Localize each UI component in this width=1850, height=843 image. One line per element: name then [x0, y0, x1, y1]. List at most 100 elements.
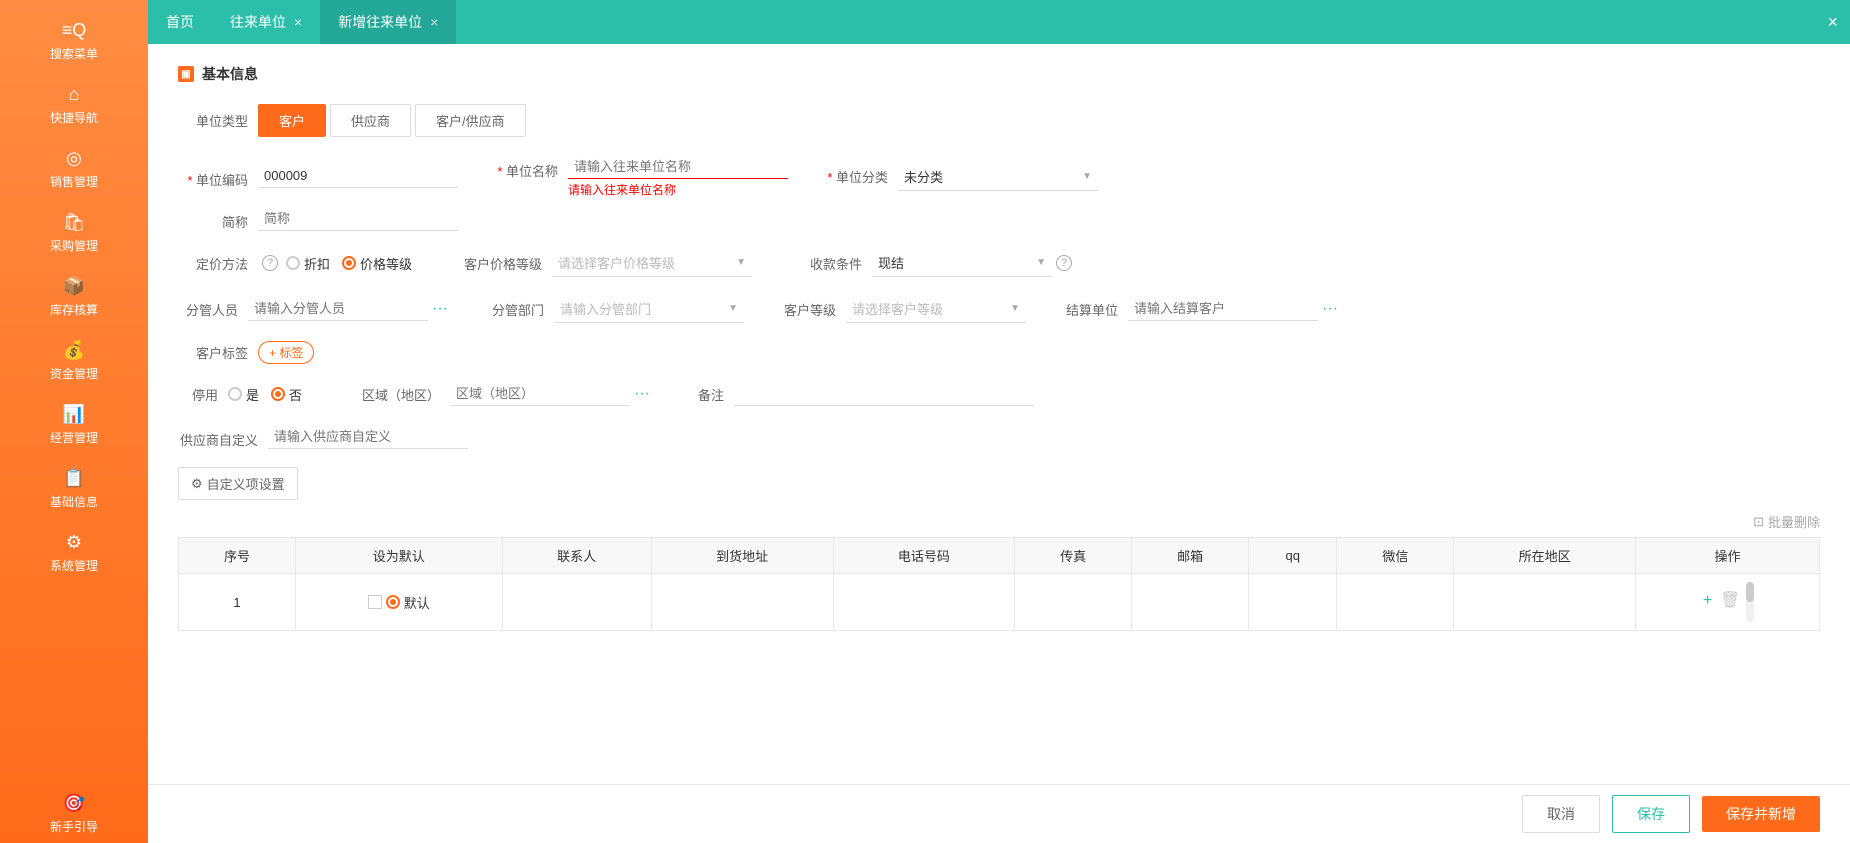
tag-add-label: + 标签 [269, 344, 303, 361]
notes-input[interactable] [734, 382, 1034, 406]
unit-code-label: 单位编码 [178, 164, 258, 189]
sidebar-item-sales[interactable]: ◎ 销售管理 [0, 136, 148, 200]
cancel-button[interactable]: 取消 [1522, 795, 1600, 833]
sidebar-item-finance[interactable]: 💰 资金管理 [0, 328, 148, 392]
unit-category-select[interactable]: 未分类 ▼ [898, 163, 1098, 191]
sidebar-item-operations[interactable]: 📊 经营管理 [0, 392, 148, 456]
save-button[interactable]: 保存 [1612, 795, 1690, 833]
manager-dots[interactable]: ··· [428, 300, 452, 318]
disabled-no-dot [275, 391, 281, 397]
tab-partners[interactable]: 往来单位 × [212, 0, 320, 44]
pricing-level-dot [346, 260, 352, 266]
customer-price-level-select[interactable]: 请选择客户价格等级 ▼ [552, 249, 752, 277]
department-select[interactable]: 请输入分管部门 ▼ [554, 295, 744, 323]
cell-action: + 🗑 [1636, 574, 1820, 631]
row-default-radio[interactable]: 默认 [386, 593, 430, 612]
tab-home[interactable]: 首页 [148, 0, 212, 44]
unit-type-group: 客户 供应商 客户/供应商 [258, 104, 526, 137]
form-row-tag: 客户标签 + 标签 [178, 341, 1820, 364]
sidebar-label-finance: 资金管理 [50, 365, 98, 382]
col-index: 序号 [179, 538, 296, 574]
short-name-input[interactable] [258, 207, 458, 231]
customer-price-level-field: 客户价格等级 请选择客户价格等级 ▼ [462, 249, 752, 277]
unit-type-row: 单位类型 客户 供应商 客户/供应商 [178, 104, 1820, 137]
region-label: 区域（地区） [362, 385, 450, 404]
pricing-level[interactable]: 价格等级 [342, 254, 412, 273]
settlement-unit-dots[interactable]: ··· [1318, 300, 1342, 318]
pricing-discount[interactable]: 折扣 [286, 254, 330, 273]
tab-partners-close[interactable]: × [294, 14, 302, 30]
sidebar-item-quicknav[interactable]: ⌂ 快捷导航 [0, 72, 148, 136]
notes-field: 备注 [694, 382, 1034, 406]
row-checkbox[interactable] [368, 595, 382, 609]
unit-category-value: 未分类 [904, 167, 1078, 186]
payment-terms-help-icon[interactable]: ? [1056, 255, 1072, 271]
table-row: 1 默认 [179, 574, 1820, 631]
cell-index: 1 [179, 574, 296, 631]
content-area: ▣ 基本信息 单位类型 客户 供应商 客户/供应商 单位编码 [148, 44, 1850, 784]
sidebar-label-search: 搜索菜单 [50, 45, 98, 62]
manager-input[interactable] [248, 297, 428, 321]
sidebar-item-system[interactable]: ⚙ 系统管理 [0, 520, 148, 584]
row-default-circle [386, 595, 400, 609]
form-row-supplier-custom: 供应商自定义 [178, 424, 1820, 449]
region-input[interactable] [450, 382, 630, 406]
settlement-unit-input[interactable] [1128, 297, 1318, 321]
disabled-yes[interactable]: 是 [228, 385, 259, 404]
col-wechat: 微信 [1337, 538, 1454, 574]
disabled-label: 停用 [178, 385, 228, 404]
unit-code-input[interactable] [258, 164, 458, 188]
system-icon: ⚙ [62, 530, 86, 554]
customer-price-level-label: 客户价格等级 [462, 254, 552, 273]
disabled-yes-label: 是 [246, 385, 259, 404]
sidebar-item-purchase[interactable]: 🛍 采购管理 [0, 200, 148, 264]
unit-type-customer[interactable]: 客户 [258, 104, 326, 137]
batch-delete-button[interactable]: ⊡ 批量删除 [1753, 512, 1820, 531]
sidebar-item-newbie[interactable]: 🎯 新手引导 [0, 783, 148, 843]
tab-bar: 首页 往来单位 × 新增往来单位 × × [148, 0, 1850, 44]
unit-category-field: 单位分类 未分类 ▼ [818, 163, 1098, 191]
row-add-btn[interactable]: + [1703, 592, 1712, 609]
unit-name-field: 单位名称 请输入往来单位名称 [488, 155, 788, 198]
customer-level-placeholder: 请选择客户等级 [852, 299, 1006, 318]
col-region: 所在地区 [1454, 538, 1636, 574]
supplier-custom-input[interactable] [268, 425, 468, 449]
sidebar-item-inventory[interactable]: 📦 库存核算 [0, 264, 148, 328]
settlement-unit-field: 结算单位 ··· [1066, 297, 1342, 321]
footer-bar: 取消 保存 保存并新增 [148, 784, 1850, 843]
tab-new-partner-close[interactable]: × [430, 14, 438, 30]
pricing-radio-group: 折扣 价格等级 [286, 254, 412, 273]
notes-label: 备注 [694, 385, 734, 404]
table-scrollbar[interactable] [1746, 582, 1754, 622]
customer-level-arrow: ▼ [1010, 303, 1020, 314]
sidebar-item-search[interactable]: ≡Q 搜索菜单 [0, 8, 148, 72]
inventory-icon: 📦 [62, 274, 86, 298]
custom-settings-button[interactable]: ⚙ 自定义项设置 [178, 467, 298, 500]
unit-type-both[interactable]: 客户/供应商 [415, 104, 526, 137]
save-new-button[interactable]: 保存并新增 [1702, 796, 1820, 832]
department-field: 分管部门 请输入分管部门 ▼ [492, 295, 744, 323]
disabled-no[interactable]: 否 [271, 385, 302, 404]
pricing-method-help-icon[interactable]: ? [262, 255, 278, 271]
unit-type-supplier[interactable]: 供应商 [330, 104, 411, 137]
row-delete-btn[interactable]: 🗑 [1720, 592, 1740, 609]
table-header-row: ⊡ 批量删除 [178, 512, 1820, 531]
section-title-basic-info: ▣ 基本信息 [178, 64, 1820, 84]
sidebar-label-system: 系统管理 [50, 557, 98, 574]
window-close-button[interactable]: × [1827, 12, 1838, 33]
custom-settings-gear-icon: ⚙ [191, 476, 203, 492]
unit-category-arrow: ▼ [1082, 171, 1092, 182]
unit-name-input[interactable] [568, 155, 788, 179]
main-area: 首页 往来单位 × 新增往来单位 × × ▣ 基本信息 单位类型 客户 [148, 0, 1850, 843]
customer-level-select[interactable]: 请选择客户等级 ▼ [846, 295, 1026, 323]
col-fax: 传真 [1015, 538, 1132, 574]
customer-tag-add[interactable]: + 标签 [258, 341, 314, 364]
sidebar-item-basic[interactable]: 📋 基础信息 [0, 456, 148, 520]
operations-icon: 📊 [62, 402, 86, 426]
col-phone: 电话号码 [833, 538, 1015, 574]
tab-new-partner[interactable]: 新增往来单位 × [320, 0, 456, 44]
table-header-row-elem: 序号 设为默认 联系人 到货地址 电话号码 传真 邮箱 qq 微信 所在地区 操… [179, 538, 1820, 574]
region-dots[interactable]: ··· [630, 385, 654, 403]
sidebar: ≡Q 搜索菜单 ⌂ 快捷导航 ◎ 销售管理 🛍 采购管理 📦 库存核算 💰 资金… [0, 0, 148, 843]
payment-terms-select[interactable]: 现结 ▼ [872, 249, 1052, 277]
